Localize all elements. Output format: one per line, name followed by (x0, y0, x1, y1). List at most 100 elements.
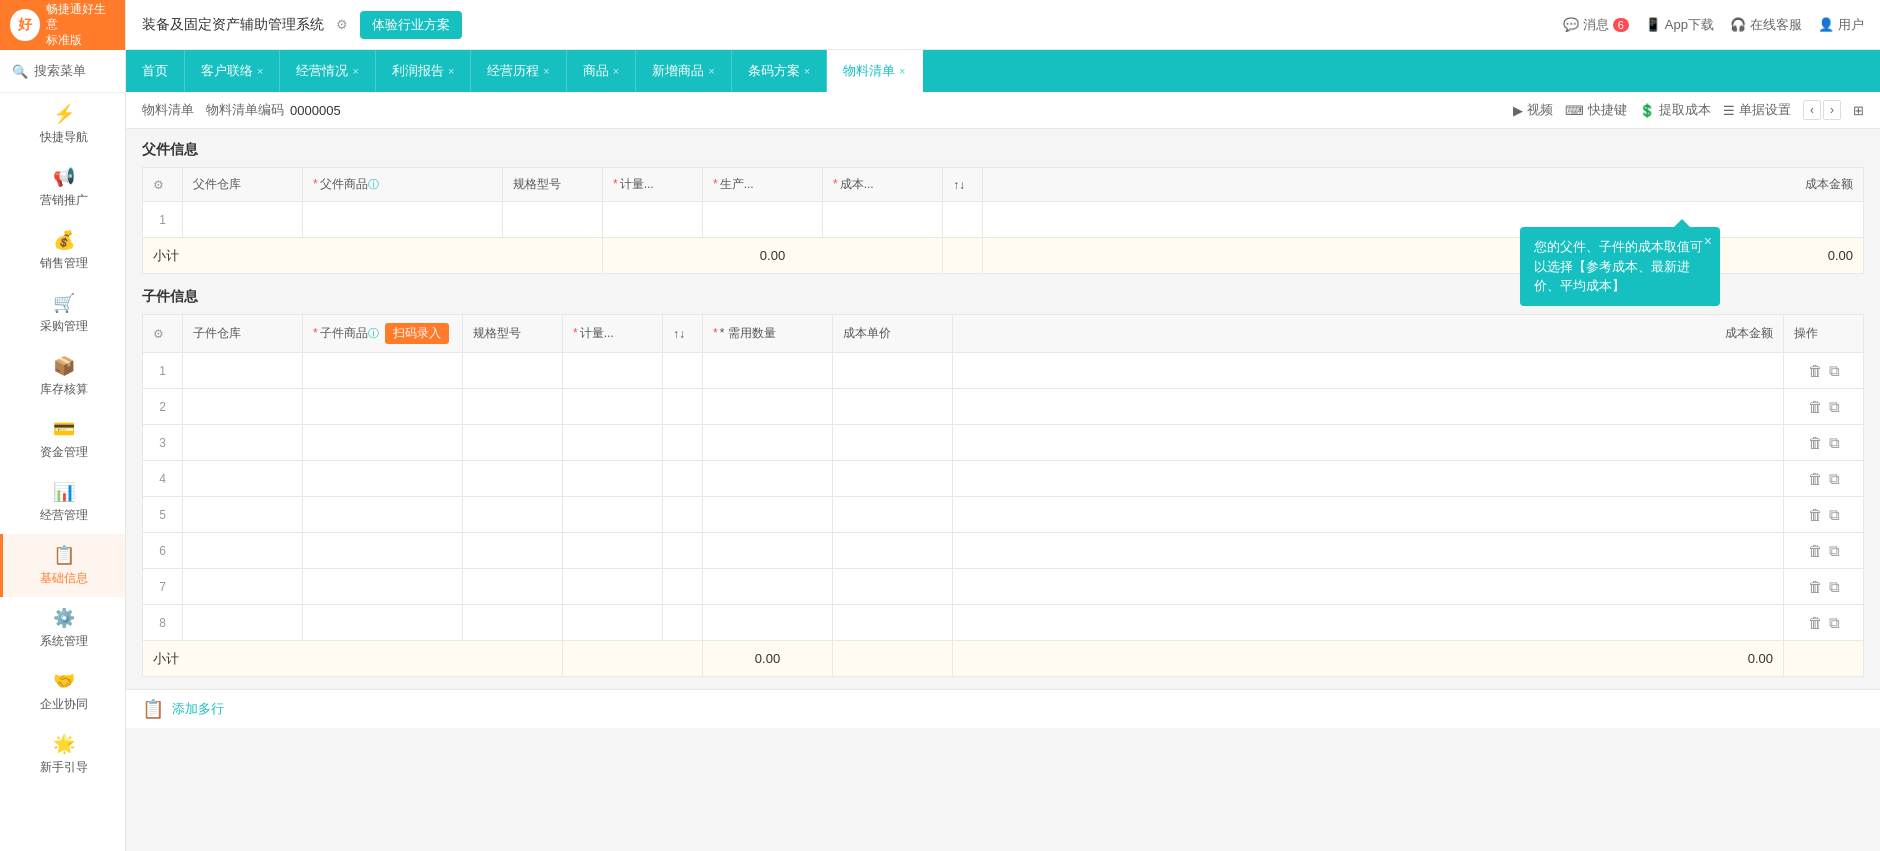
sidebar-item-operations[interactable]: 📊 经营管理 (0, 471, 125, 534)
sidebar-item-marketing[interactable]: 📢 营销推广 (0, 156, 125, 219)
child-row-4-warehouse[interactable] (183, 461, 303, 497)
child-row-5-unit[interactable] (563, 497, 663, 533)
breadcrumb-bom[interactable]: 物料清单 (142, 101, 194, 119)
child-row-7-unit-cost[interactable] (833, 569, 953, 605)
sidebar-item-inventory[interactable]: 📦 库存核算 (0, 345, 125, 408)
child-row-5-qty[interactable] (703, 497, 833, 533)
child-row-7-spec[interactable] (463, 569, 563, 605)
tab-product[interactable]: 商品 × (567, 50, 636, 92)
message-btn[interactable]: 💬 消息 6 (1563, 16, 1629, 34)
settings-gear-icon[interactable]: ⚙ (336, 17, 348, 32)
child-row-4-unit-cost[interactable] (833, 461, 953, 497)
tab-barcode[interactable]: 条码方案 × (732, 50, 827, 92)
copy-row-4-icon[interactable]: ⧉ (1829, 470, 1840, 488)
copy-row-3-icon[interactable]: ⧉ (1829, 434, 1840, 452)
child-row-2-unit-cost[interactable] (833, 389, 953, 425)
tab-home[interactable]: 首页 (126, 50, 185, 92)
child-row-1-unit[interactable] (563, 353, 663, 389)
child-row-4-qty[interactable] (703, 461, 833, 497)
child-row-5-spec[interactable] (463, 497, 563, 533)
child-row-3-spec[interactable] (463, 425, 563, 461)
video-btn[interactable]: ▶ 视频 (1513, 101, 1553, 119)
parent-gear-icon[interactable]: ⚙ (153, 178, 164, 192)
copy-row-5-icon[interactable]: ⧉ (1829, 506, 1840, 524)
delete-row-8-icon[interactable]: 🗑 (1808, 614, 1823, 631)
sidebar-item-finance[interactable]: 💳 资金管理 (0, 408, 125, 471)
child-row-6-unit-cost[interactable] (833, 533, 953, 569)
child-row-8-product[interactable] (303, 605, 463, 641)
add-row-hint[interactable]: 添加多行 (172, 700, 224, 718)
child-row-8-amount[interactable] (953, 605, 1784, 641)
child-row-7-qty[interactable] (703, 569, 833, 605)
delete-row-2-icon[interactable]: 🗑 (1808, 398, 1823, 415)
child-row-6-unit[interactable] (563, 533, 663, 569)
child-row-3-product[interactable] (303, 425, 463, 461)
close-tab-customer[interactable]: × (257, 65, 263, 77)
user-btn[interactable]: 👤 用户 (1818, 16, 1864, 34)
parent-row-1-spec[interactable] (503, 202, 603, 238)
child-row-7-amount[interactable] (953, 569, 1784, 605)
close-tab-product[interactable]: × (613, 65, 619, 77)
child-row-6-spec[interactable] (463, 533, 563, 569)
tab-bom[interactable]: 物料清单 × (827, 50, 922, 92)
child-row-1-unit-cost[interactable] (833, 353, 953, 389)
delete-row-4-icon[interactable]: 🗑 (1808, 470, 1823, 487)
sidebar-item-basic-info[interactable]: 📋 基础信息 (0, 534, 125, 597)
parent-row-1-unit[interactable] (603, 202, 703, 238)
child-row-4-amount[interactable] (953, 461, 1784, 497)
child-row-5-amount[interactable] (953, 497, 1784, 533)
child-row-4-spec[interactable] (463, 461, 563, 497)
child-row-2-spec[interactable] (463, 389, 563, 425)
delete-row-3-icon[interactable]: 🗑 (1808, 434, 1823, 451)
child-row-8-warehouse[interactable] (183, 605, 303, 641)
parent-row-1-warehouse[interactable] (183, 202, 303, 238)
sidebar-item-quick-nav[interactable]: ⚡ 快捷导航 (0, 93, 125, 156)
child-row-8-unit[interactable] (563, 605, 663, 641)
child-row-5-warehouse[interactable] (183, 497, 303, 533)
experience-btn[interactable]: 体验行业方案 (360, 11, 462, 39)
tooltip-close-btn[interactable]: × (1704, 231, 1712, 252)
child-row-7-warehouse[interactable] (183, 569, 303, 605)
tab-profit[interactable]: 利润报告 × (376, 50, 471, 92)
child-row-2-warehouse[interactable] (183, 389, 303, 425)
sidebar-item-enterprise[interactable]: 🤝 企业协同 (0, 660, 125, 723)
child-row-2-qty[interactable] (703, 389, 833, 425)
tab-operations-status[interactable]: 经营情况 × (280, 50, 375, 92)
prev-btn[interactable]: ‹ (1803, 100, 1821, 120)
parent-row-1-production[interactable] (703, 202, 823, 238)
child-row-3-amount[interactable] (953, 425, 1784, 461)
sidebar-item-purchase[interactable]: 🛒 采购管理 (0, 282, 125, 345)
child-row-2-amount[interactable] (953, 389, 1784, 425)
child-gear-icon[interactable]: ⚙ (153, 327, 164, 341)
child-row-4-product[interactable] (303, 461, 463, 497)
child-row-4-unit[interactable] (563, 461, 663, 497)
child-row-1-warehouse[interactable] (183, 353, 303, 389)
delete-row-5-icon[interactable]: 🗑 (1808, 506, 1823, 523)
parent-row-1-cost[interactable] (823, 202, 943, 238)
child-row-3-unit[interactable] (563, 425, 663, 461)
close-tab-ops[interactable]: × (352, 65, 358, 77)
app-download-btn[interactable]: 📱 App下载 (1645, 16, 1714, 34)
parent-row-1-amount[interactable] (983, 202, 1864, 238)
online-support-btn[interactable]: 🎧 在线客服 (1730, 16, 1802, 34)
parent-row-1-product[interactable] (303, 202, 503, 238)
search-menu-button[interactable]: 🔍 搜索菜单 (8, 58, 117, 84)
sidebar-item-system[interactable]: ⚙️ 系统管理 (0, 597, 125, 660)
close-tab-history[interactable]: × (543, 65, 549, 77)
tab-customer[interactable]: 客户联络 × (185, 50, 280, 92)
tab-history[interactable]: 经营历程 × (471, 50, 566, 92)
grid-view-btn[interactable]: ⊞ (1853, 103, 1864, 118)
child-row-6-warehouse[interactable] (183, 533, 303, 569)
copy-row-1-icon[interactable]: ⧉ (1829, 362, 1840, 380)
child-row-2-unit[interactable] (563, 389, 663, 425)
child-row-6-amount[interactable] (953, 533, 1784, 569)
doc-settings-btn[interactable]: ☰ 单据设置 (1723, 101, 1791, 119)
child-row-5-unit-cost[interactable] (833, 497, 953, 533)
child-row-1-amount[interactable] (953, 353, 1784, 389)
close-tab-new-product[interactable]: × (708, 65, 714, 77)
delete-row-1-icon[interactable]: 🗑 (1808, 362, 1823, 379)
child-row-2-product[interactable] (303, 389, 463, 425)
copy-row-7-icon[interactable]: ⧉ (1829, 578, 1840, 596)
child-row-7-product[interactable] (303, 569, 463, 605)
close-tab-profit[interactable]: × (448, 65, 454, 77)
